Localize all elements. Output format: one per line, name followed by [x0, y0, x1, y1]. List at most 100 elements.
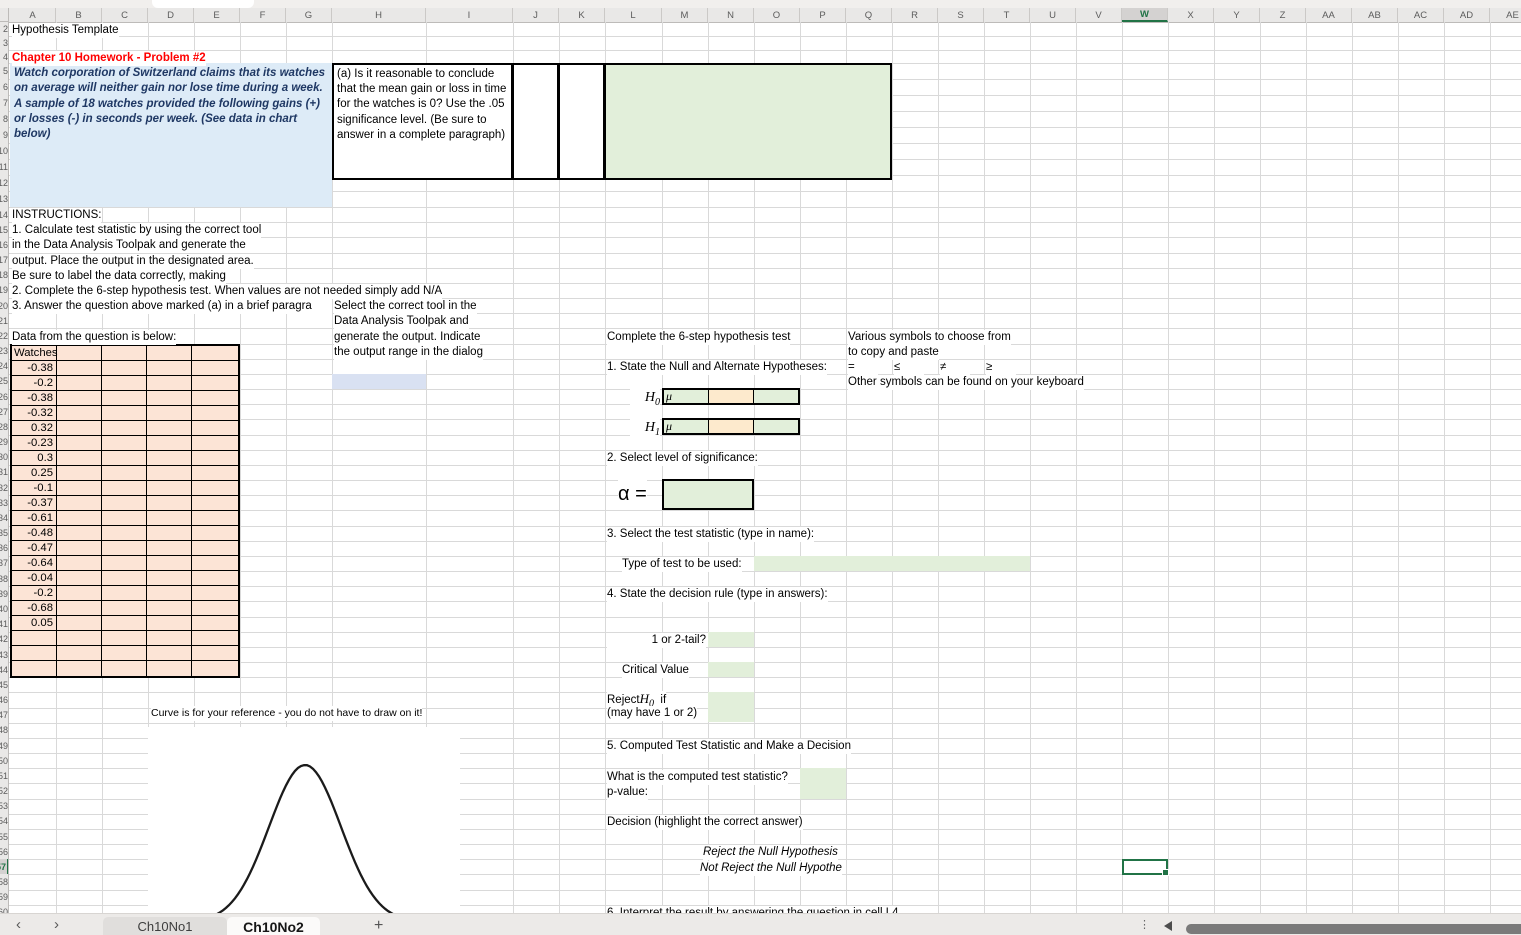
next-sheet-icon[interactable]: ›: [54, 917, 59, 933]
watch-data-cell[interactable]: -0.61: [12, 510, 57, 525]
row-header-6[interactable]: 6: [0, 79, 8, 95]
watch-data-cell[interactable]: [192, 436, 238, 450]
column-header-AB[interactable]: AB: [1352, 8, 1398, 22]
watch-data-cell[interactable]: [102, 450, 147, 465]
watch-data-cell[interactable]: [147, 555, 192, 570]
row-header-18[interactable]: 18: [0, 268, 8, 283]
row-header-22[interactable]: 22: [0, 328, 8, 343]
watch-data-cell[interactable]: [57, 420, 102, 435]
column-header-N[interactable]: N: [708, 8, 754, 22]
watch-data-cell[interactable]: [192, 646, 238, 660]
column-header-P[interactable]: P: [800, 8, 846, 22]
row-header-21[interactable]: 21: [0, 313, 8, 328]
row-header-40[interactable]: 40: [0, 601, 8, 616]
watch-data-cell[interactable]: [57, 345, 102, 360]
row-header-34[interactable]: 34: [0, 510, 8, 525]
watch-data-cell[interactable]: [192, 616, 238, 630]
watch-data-cell[interactable]: [102, 540, 147, 555]
column-header-L[interactable]: L: [605, 8, 662, 22]
critical-value-input[interactable]: [708, 662, 754, 677]
row-header-14[interactable]: 14: [0, 207, 8, 222]
watch-data-cell[interactable]: [192, 466, 238, 480]
watch-data-cell[interactable]: [147, 615, 192, 630]
option-not-reject-null[interactable]: Not Reject the Null Hypothe: [700, 860, 842, 876]
watch-data-cell[interactable]: [12, 630, 57, 645]
watch-data-table[interactable]: Watches -0.38 -0.2 -0.38 -0.32 0.32 -0.23 0.3 0.…: [10, 343, 240, 678]
column-header-C[interactable]: C: [102, 8, 148, 22]
tab-splitter-icon[interactable]: ⋮: [1139, 918, 1150, 931]
row-header-51[interactable]: 51: [0, 768, 8, 783]
watch-data-cell[interactable]: [57, 630, 102, 645]
h0-operator-cell[interactable]: [709, 390, 754, 403]
watch-data-cell[interactable]: [57, 465, 102, 480]
column-header-Z[interactable]: Z: [1260, 8, 1306, 22]
watch-data-cell[interactable]: -0.2: [12, 585, 57, 600]
row-header-17[interactable]: 17: [0, 253, 8, 268]
watch-data-cell[interactable]: [57, 585, 102, 600]
output-range-cell[interactable]: [332, 374, 426, 389]
row-header-32[interactable]: 32: [0, 480, 8, 495]
row-header-43[interactable]: 43: [0, 647, 8, 662]
row-header-8[interactable]: 8: [0, 111, 8, 127]
row-header-7[interactable]: 7: [0, 95, 8, 111]
watch-data-cell[interactable]: -0.32: [12, 405, 57, 420]
watch-data-cell[interactable]: -0.04: [12, 570, 57, 585]
column-header-Q[interactable]: Q: [846, 8, 892, 22]
row-header-19[interactable]: 19: [0, 283, 8, 298]
cell-title[interactable]: Hypothesis Template: [12, 23, 119, 38]
watch-data-cell[interactable]: [147, 360, 192, 375]
sheet-tab-Ch10No2[interactable]: Ch10No2: [227, 917, 320, 935]
problem-statement-box[interactable]: Watch corporation of Switzerland claims …: [10, 63, 332, 207]
watch-data-cell[interactable]: [147, 510, 192, 525]
watch-data-cell[interactable]: [192, 661, 238, 676]
watch-data-cell[interactable]: -0.37: [12, 495, 57, 510]
watch-data-cell[interactable]: [192, 376, 238, 390]
watch-data-cell[interactable]: [147, 600, 192, 615]
watch-data-cell[interactable]: [102, 360, 147, 375]
watch-data-cell[interactable]: -0.64: [12, 555, 57, 570]
h0-input-row[interactable]: μ: [662, 388, 800, 405]
watch-data-cell[interactable]: [147, 660, 192, 676]
column-header-F[interactable]: F: [240, 8, 286, 22]
watch-data-cell[interactable]: [147, 540, 192, 555]
column-header-G[interactable]: G: [286, 8, 332, 22]
row-header-35[interactable]: 35: [0, 526, 8, 541]
watch-data-cell[interactable]: -0.48: [12, 525, 57, 540]
watch-data-cell[interactable]: [102, 570, 147, 585]
watch-data-cell[interactable]: [12, 645, 57, 660]
watch-data-cell[interactable]: [102, 495, 147, 510]
watch-data-cell[interactable]: [57, 450, 102, 465]
row-headers[interactable]: 2345678910111213141516171819202122232425…: [0, 22, 9, 916]
watch-data-cell[interactable]: [57, 525, 102, 540]
option-reject-null[interactable]: Reject the Null Hypothesis: [703, 845, 838, 860]
row-header-52[interactable]: 52: [0, 783, 8, 798]
row-header-58[interactable]: 58: [0, 874, 8, 889]
watch-data-cell[interactable]: Watches: [12, 345, 58, 360]
row-header-13[interactable]: 13: [0, 191, 8, 207]
row-header-4[interactable]: 4: [0, 50, 8, 63]
watch-data-cell[interactable]: [147, 585, 192, 600]
watch-data-cell[interactable]: [192, 391, 238, 405]
watch-data-cell[interactable]: [57, 660, 102, 676]
watch-data-cell[interactable]: [192, 541, 238, 555]
watch-data-cell[interactable]: [147, 345, 192, 360]
watch-data-cell[interactable]: [192, 631, 238, 645]
row-header-47[interactable]: 47: [0, 708, 8, 723]
row-header-28[interactable]: 28: [0, 419, 8, 434]
watch-data-cell[interactable]: [192, 571, 238, 585]
row-header-50[interactable]: 50: [0, 753, 8, 768]
column-header-D[interactable]: D: [148, 8, 194, 22]
horizontal-scrollbar[interactable]: [1186, 924, 1521, 934]
row-header-26[interactable]: 26: [0, 389, 8, 404]
column-header-AC[interactable]: AC: [1398, 8, 1444, 22]
row-header-20[interactable]: 20: [0, 298, 8, 313]
prev-sheet-icon[interactable]: ‹: [16, 917, 21, 933]
watch-data-cell[interactable]: [102, 390, 147, 405]
watch-data-cell[interactable]: [192, 601, 238, 615]
watch-data-cell[interactable]: [192, 556, 238, 570]
watch-data-cell[interactable]: -0.38: [12, 360, 57, 375]
watch-data-cell[interactable]: [102, 510, 147, 525]
watch-data-cell[interactable]: [57, 480, 102, 495]
watch-data-cell[interactable]: [102, 615, 147, 630]
row-header-3[interactable]: 3: [0, 36, 8, 50]
